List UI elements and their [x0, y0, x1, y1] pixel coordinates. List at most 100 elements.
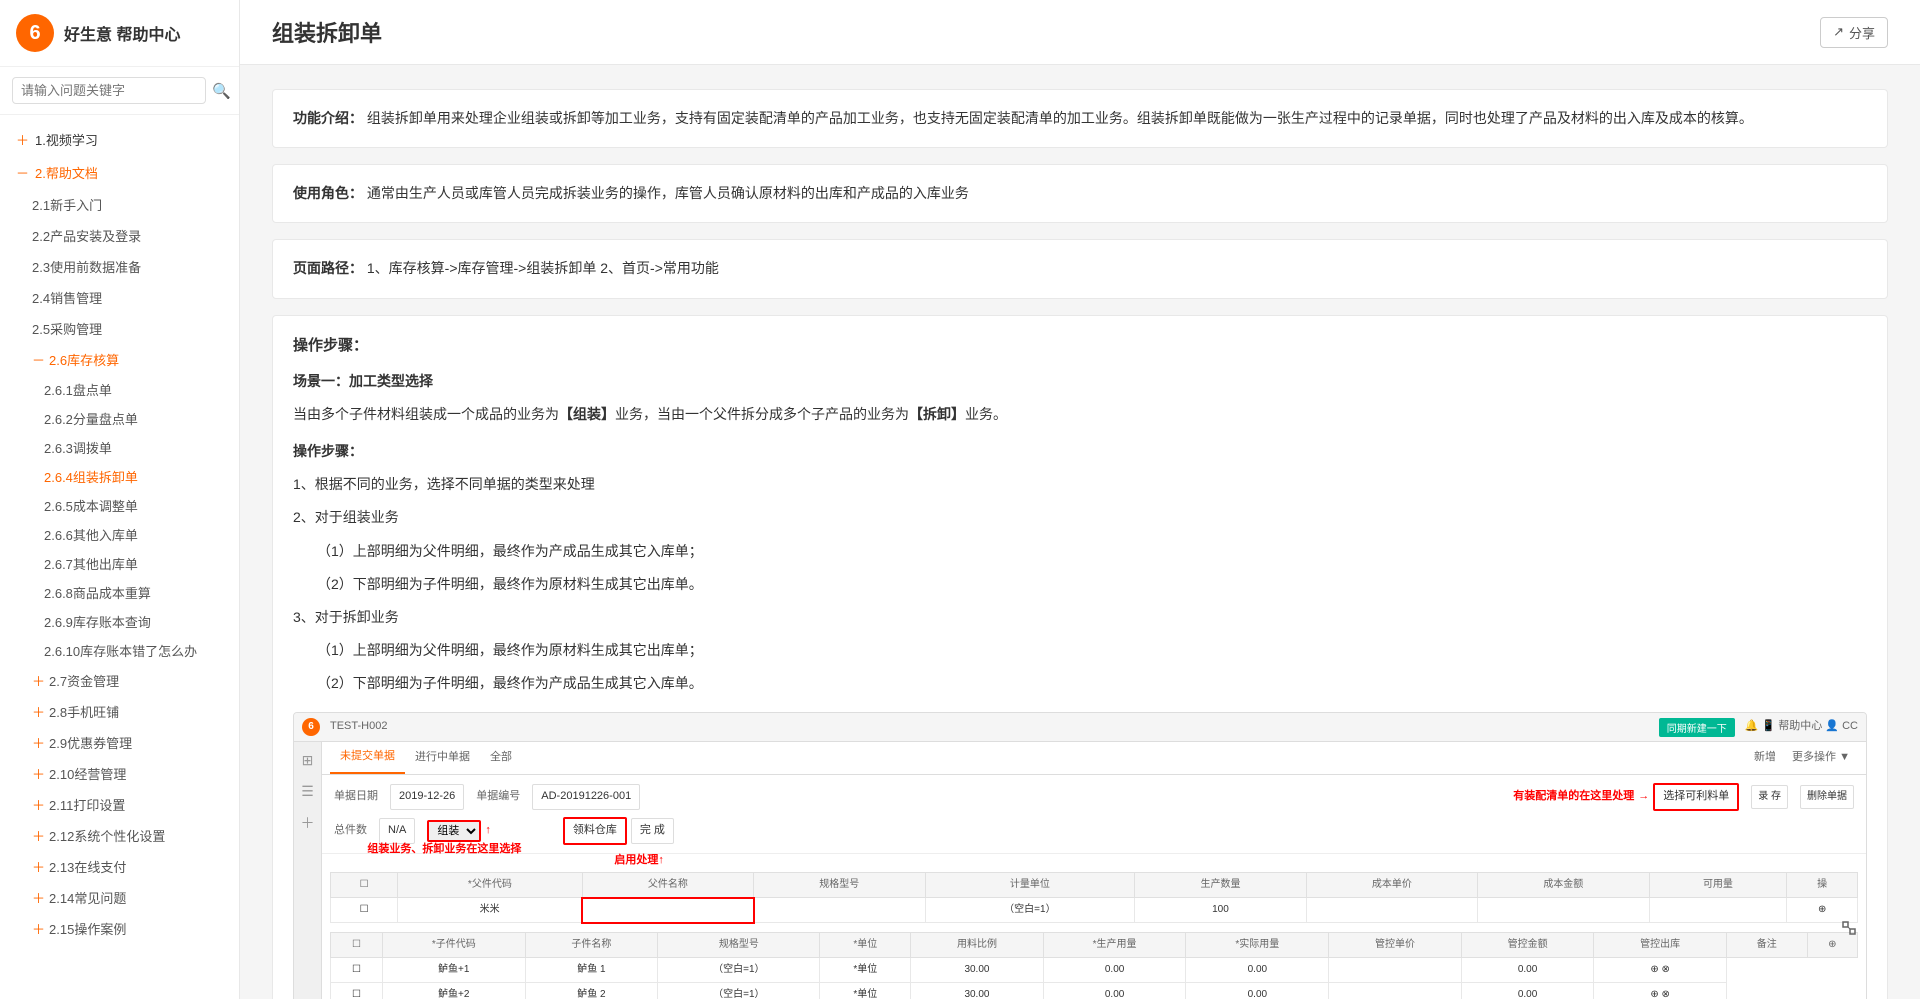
sidebar-item-cost-adjust[interactable]: 2.6.5成本调整单 [0, 491, 239, 520]
sidebar-item-finance[interactable]: ＋ 2.7资金管理 [0, 665, 239, 696]
sim-no-input[interactable]: AD-20191226-001 [532, 784, 640, 810]
sim-save-btn[interactable]: 录 存 [1751, 785, 1788, 809]
btable-row-2: ☐ 鲈鱼+2 鲈鱼 2 （空白=1） *单位 30.00 0.00 0.00 [331, 982, 1858, 999]
sim-select-btn[interactable]: 选择可利料单 [1653, 783, 1739, 811]
sim-annotation-type: 组装业务、拆卸业务在这里选择 [367, 840, 521, 860]
path-block: 页面路径： 1、库存核算->库存管理->组装拆卸单 2、首页->常用功能 [272, 239, 1888, 298]
bth-spec: 规格型号 [658, 932, 820, 957]
search-input[interactable] [12, 77, 206, 104]
share-label: 分享 [1849, 23, 1875, 42]
sidebar-item-docs-label: 2.帮助文档 [35, 163, 98, 182]
sidebar-item-ledger[interactable]: 2.6.9库存账本查询 [0, 607, 239, 636]
sidebar-item-custom[interactable]: ＋ 2.12系统个性化设置 [0, 820, 239, 851]
sidebar-item-print-label: 2.11打印设置 [49, 795, 125, 814]
sidebar-item-online-pay-label: 2.13在线支付 [49, 857, 126, 876]
main-body: 功能介绍： 组装拆卸单用来处理企业组装或拆卸等加工业务，支持有固定装配清单的产品… [240, 65, 1920, 999]
sim-date-input[interactable]: 2019-12-26 [390, 784, 464, 810]
role-content: 通常由生产人员或库管人员完成拆装业务的操作，库管人员确认原材料的出库和产成品的入… [367, 185, 969, 201]
sim-del-btn[interactable]: 删除单据 [1800, 785, 1854, 809]
sidebar-item-purchase[interactable]: 2.5采购管理 [0, 313, 239, 344]
plus-icon-coupon: ＋ [32, 733, 45, 752]
search-icon[interactable]: 🔍 [212, 82, 231, 100]
sim-form-count-label: 总件数 [334, 821, 367, 841]
page-title: 组装拆卸单 [272, 16, 382, 48]
bth-available: 管控出库 [1594, 932, 1727, 957]
step3-2: （2）下部明细为子件明细，最终作为产成品生成其它入库单。 [293, 671, 1867, 696]
sidebar-item-mobile-label: 2.8手机旺铺 [49, 702, 119, 721]
sidebar: 6 好生意 帮助中心 🔍 ＋ 1.视频学习 － 2.帮助文档 2.1新手入门 2… [0, 0, 240, 999]
sidebar-item-coupon[interactable]: ＋ 2.9优惠券管理 [0, 727, 239, 758]
td-qty: （空白=1） [925, 898, 1135, 923]
step2: 2、对于组装业务 [293, 505, 1867, 530]
sim-table-area: ☐ *父件代码 父件名称 规格型号 计量单位 生产数量 成本单价 成本金额 可用 [322, 872, 1866, 999]
sim-tab-2: 进行中单据 [405, 743, 480, 773]
th-spec: 规格型号 [754, 872, 925, 898]
sidebar-item-inventory[interactable]: － 2.6库存核算 [0, 344, 239, 375]
sim-tab-active: 未提交单据 [330, 742, 405, 774]
ops-title: 操作步骤： [293, 332, 1867, 359]
share-button[interactable]: ↗ 分享 [1820, 17, 1888, 48]
sim-action-more[interactable]: 更多操作 ▼ [1784, 743, 1858, 773]
sidebar-item-ops[interactable]: ＋ 2.10经营管理 [0, 758, 239, 789]
sim-type-select[interactable]: 组装 拆卸 [427, 820, 481, 842]
th-ops: 操 [1787, 872, 1858, 898]
bth-actual: *实际用量 [1186, 932, 1329, 957]
sim-confirm-btn[interactable]: 完 成 [631, 818, 674, 844]
main-content: 组装拆卸单 ↗ 分享 功能介绍： 组装拆卸单用来处理企业组装或拆卸等加工业务，支… [240, 0, 1920, 999]
sim-fullscreen-icon[interactable] [1842, 918, 1856, 943]
bth-plan: *生产用量 [1043, 932, 1186, 957]
sim-layout: ⊞ ☰ ＋ 未提交单据 进行中单据 全部 新增 更多操作 ▼ [294, 742, 1866, 999]
sidebar-item-new-user[interactable]: 2.1新手入门 [0, 189, 239, 220]
sidebar-item-ledger-fix[interactable]: 2.6.10库存账本错了怎么办 [0, 636, 239, 665]
sidebar-item-ops-label: 2.10经营管理 [49, 764, 126, 783]
th-prod-code: *父件代码 [398, 872, 583, 898]
sidebar-item-other-in[interactable]: 2.6.6其他入库单 [0, 520, 239, 549]
share-icon: ↗ [1833, 24, 1844, 40]
sim-test-id: TEST-H002 [330, 717, 387, 737]
sidebar-item-partial-stocktake[interactable]: 2.6.2分量盘点单 [0, 404, 239, 433]
sidebar-item-online-pay[interactable]: ＋ 2.13在线支付 [0, 851, 239, 882]
sidebar-item-faq[interactable]: ＋ 2.14常见问题 [0, 882, 239, 913]
bth-cost-price: 管控单价 [1329, 932, 1462, 957]
step3: 3、对于拆卸业务 [293, 605, 1867, 630]
sim-arrow-right: → [1638, 787, 1649, 807]
sidebar-item-mobile[interactable]: ＋ 2.8手机旺铺 [0, 696, 239, 727]
sidebar-item-cases[interactable]: ＋ 2.15操作案例 [0, 913, 239, 944]
sidebar-item-data-prep[interactable]: 2.3使用前数据准备 [0, 251, 239, 282]
scene-desc: 当由多个子件材料组装成一个成品的业务为【组装】业务，当由一个父件拆分成多个子产品… [293, 402, 1867, 427]
sim-annotation-enable: 启用处理↑ [614, 851, 664, 871]
sidebar-item-videos[interactable]: ＋ 1.视频学习 [0, 123, 239, 156]
sidebar-item-stocktake[interactable]: 2.6.1盘点单 [0, 375, 239, 404]
sidebar-item-transfer[interactable]: 2.6.3调拨单 [0, 433, 239, 462]
sidebar-item-print[interactable]: ＋ 2.11打印设置 [0, 789, 239, 820]
sidebar-item-assembly[interactable]: 2.6.4组装拆卸单 [0, 462, 239, 491]
bth-code: *子件代码 [382, 932, 525, 957]
bth-unit: *单位 [820, 932, 911, 957]
plus-icon-ops: ＋ [32, 764, 45, 783]
sidebar-item-cost-recalc[interactable]: 2.6.8商品成本重算 [0, 578, 239, 607]
sidebar-item-docs[interactable]: － 2.帮助文档 [0, 156, 239, 189]
sim-logo: 6 [302, 718, 320, 736]
sidebar-item-sales[interactable]: 2.4销售管理 [0, 282, 239, 313]
sim-enable-input[interactable]: 领料仓库 [563, 817, 627, 845]
sidebar-item-install[interactable]: 2.2产品安装及登录 [0, 220, 239, 251]
sidebar-nav: ＋ 1.视频学习 － 2.帮助文档 2.1新手入门 2.2产品安装及登录 2.3… [0, 115, 239, 999]
sim-main: 未提交单据 进行中单据 全部 新增 更多操作 ▼ 单据日期 2019-12-26 [322, 742, 1866, 999]
plus-icon: ＋ [16, 130, 29, 149]
sim-form-no-label: 单据编号 [476, 787, 520, 807]
sim-action-add[interactable]: 新增 [1746, 743, 1784, 773]
screenshot-container: 6 TEST-H002 同期新建一下 🔔 📱 帮助中心 👤 CC ⊞ ☰ ＋ [293, 712, 1867, 999]
sidebar-item-videos-label: 1.视频学习 [35, 130, 98, 149]
role-text: 使用角色： 通常由生产人员或库管人员完成拆装业务的操作，库管人员确认原材料的出库… [293, 181, 1867, 206]
th-cost-amount: 成本金额 [1478, 872, 1649, 898]
sim-arrow-up: ↑ [485, 821, 491, 841]
intro-label: 功能介绍： [293, 110, 363, 126]
sim-icons: 🔔 📱 帮助中心 👤 CC [1745, 717, 1858, 737]
sidebar-item-other-out[interactable]: 2.6.7其他出库单 [0, 549, 239, 578]
sim-left-nav: ⊞ ☰ ＋ [294, 742, 322, 999]
sim-new-btn[interactable]: 同期新建一下 [1659, 718, 1735, 737]
plus-icon-cases: ＋ [32, 919, 45, 938]
sim-bottom-table-wrap: ☐ *子件代码 子件名称 规格型号 *单位 用料比例 *生产用量 *实际用量 [330, 932, 1858, 999]
main-header: 组装拆卸单 ↗ 分享 [240, 0, 1920, 65]
td-check: ☐ [331, 898, 398, 923]
